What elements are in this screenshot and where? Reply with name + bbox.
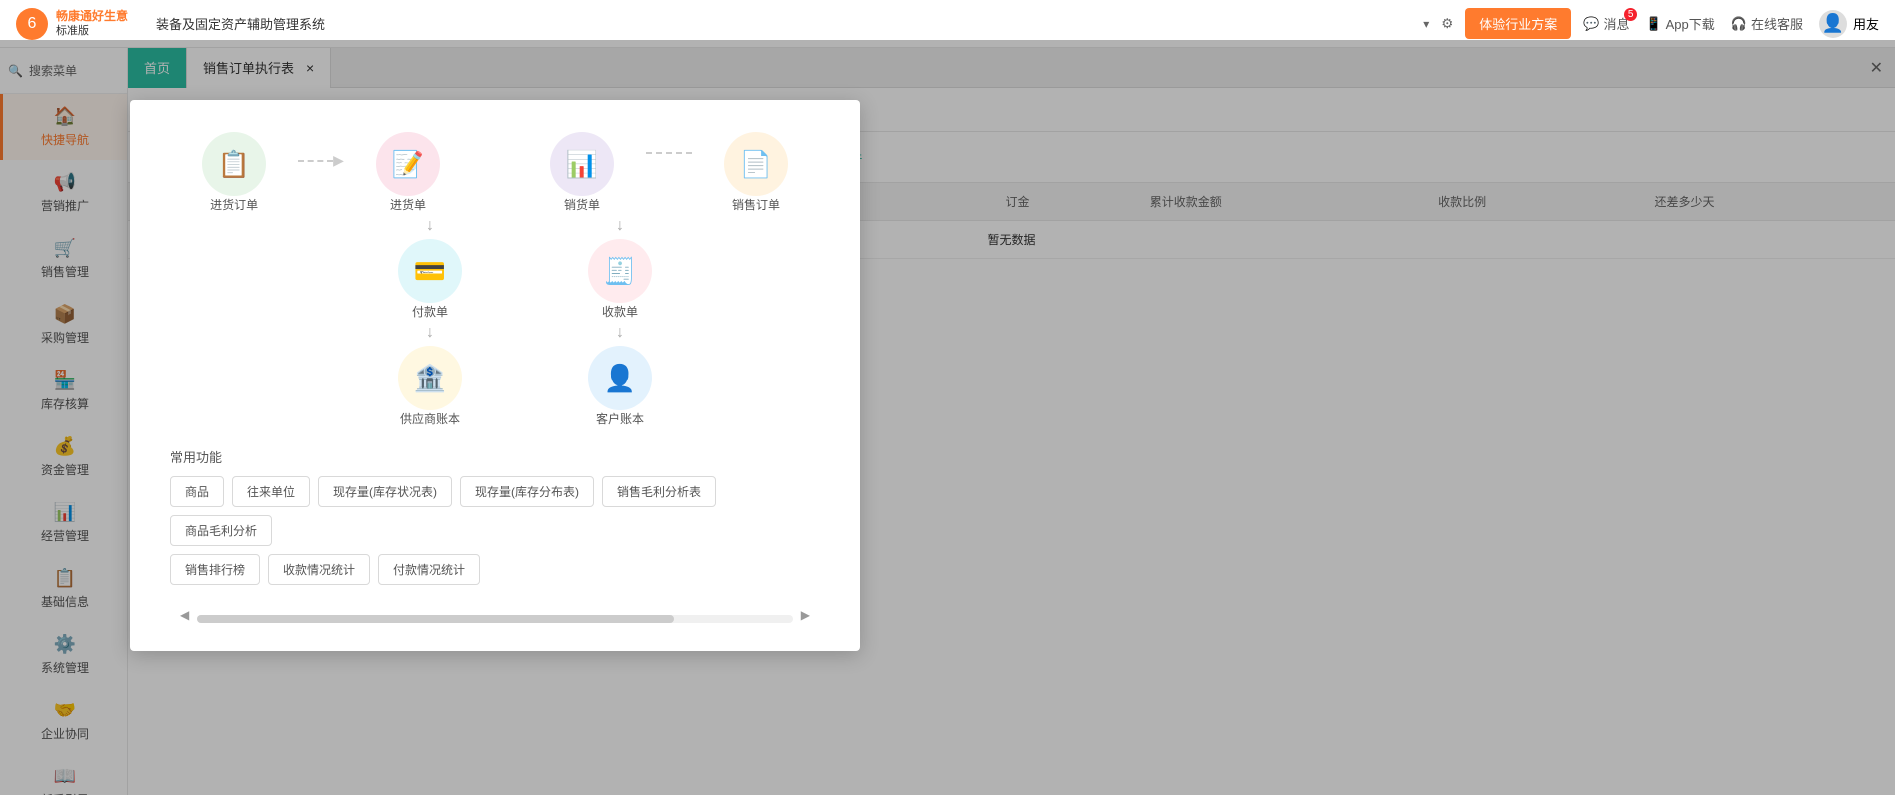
flow-node-receipt[interactable]: 🧾 收款单 [550, 239, 690, 320]
common-functions: 常用功能 商品 往来单位 现存量(库存状况表) 现存量(库存分布表) 销售毛利分… [170, 447, 820, 585]
arrow-sales-down: ↓ [550, 217, 690, 235]
customer-account-icon: 👤 [588, 346, 652, 410]
flow-row-2: 💳 付款单 🧾 收款单 [170, 239, 820, 320]
modal-overlay[interactable]: 📋 进货订单 ▶ [128, 48, 1895, 795]
settings-button[interactable]: ⚙ [1441, 16, 1453, 32]
logo-area: 6 畅康通好生意 标准版 [16, 8, 144, 40]
spacer-mid [472, 132, 518, 152]
message-icon: 💬 [1583, 16, 1599, 32]
flow-node-customer-account[interactable]: 👤 客户账本 [550, 346, 690, 427]
avatar: 👤 [1819, 10, 1847, 38]
func-btn-stock-status[interactable]: 现存量(库存状况表) [318, 476, 452, 507]
func-btn-sales-margin[interactable]: 销售毛利分析表 [602, 476, 716, 507]
service-icon: 🎧 [1731, 16, 1747, 32]
flow-node-sales-order[interactable]: 📄 销售订单 [692, 132, 820, 213]
flow-node-sales-bill[interactable]: 📊 销货单 [518, 132, 646, 213]
flow-arrows-down-row2: ↓ ↓ [170, 324, 820, 342]
scrollbar-track [197, 615, 673, 623]
supplier-account-label: 供应商账本 [400, 410, 460, 427]
sales-bill-label: 销货单 [564, 196, 600, 213]
func-btn-sales-ranking[interactable]: 销售排行榜 [170, 554, 260, 585]
message-button[interactable]: 💬 消息 5 [1583, 14, 1629, 33]
func-buttons-row1: 商品 往来单位 现存量(库存状况表) 现存量(库存分布表) 销售毛利分析表 商品… [170, 476, 820, 546]
flow-node-purchase-bill[interactable]: 📝 进货单 [344, 132, 472, 213]
flow-node-purchase-order[interactable]: 📋 进货订单 [170, 132, 298, 213]
func-btn-receipt-stats[interactable]: 收款情况统计 [268, 554, 370, 585]
flow-row-3: 🏦 供应商账本 👤 客户账本 [170, 346, 820, 427]
flow-row-1: 📋 进货订单 ▶ [170, 132, 820, 213]
arrow-purchase-to-bill: ▶ [298, 132, 344, 169]
purchase-order-label: 进货订单 [210, 196, 258, 213]
arrow-receipt-down: ↓ [550, 324, 690, 342]
flow-modal: 📋 进货订单 ▶ [130, 100, 860, 651]
receipt-icon: 🧾 [588, 239, 652, 303]
user-name: 用友 [1853, 14, 1879, 33]
flow-arrows-down-row: ↓ ↓ [170, 217, 820, 235]
trial-button[interactable]: 体验行业方案 [1465, 8, 1571, 39]
modal-scrollbar[interactable] [197, 615, 793, 623]
online-service-button[interactable]: 🎧 在线客服 [1731, 14, 1803, 33]
purchase-order-icon: 📋 [202, 132, 266, 196]
sales-bill-icon: 📊 [550, 132, 614, 196]
modal-body: 📋 进货订单 ▶ [130, 100, 860, 651]
purchase-bill-icon: 📝 [376, 132, 440, 196]
content-area: 首页 销售订单执行表 × ✕ ❓ 帮助 🖨 按模板打印 [128, 48, 1895, 795]
logo-text: 畅康通好生意 标准版 [56, 9, 128, 39]
logo-icon: 6 [16, 8, 48, 40]
scroll-left-button[interactable]: ◀ [180, 608, 189, 622]
supplier-account-icon: 🏦 [398, 346, 462, 410]
message-badge: 5 [1624, 8, 1638, 21]
func-btn-payment-stats[interactable]: 付款情况统计 [378, 554, 480, 585]
arrow-payment-down: ↓ [360, 324, 500, 342]
func-btn-stock-dist[interactable]: 现存量(库存分布表) [460, 476, 594, 507]
download-icon: 📱 [1645, 16, 1661, 32]
payment-label: 付款单 [412, 303, 448, 320]
receipt-label: 收款单 [602, 303, 638, 320]
scroll-right-button[interactable]: ▶ [801, 608, 810, 622]
flow-node-payment[interactable]: 💳 付款单 [360, 239, 500, 320]
func-btn-product[interactable]: 商品 [170, 476, 224, 507]
system-name: 装备及固定资产辅助管理系统 [156, 14, 1411, 33]
customer-account-label: 客户账本 [596, 410, 644, 427]
app-container: 6 畅康通好生意 标准版 装备及固定资产辅助管理系统 ▾ ⚙ 体验行业方案 💬 … [0, 0, 1895, 795]
payment-icon: 💳 [398, 239, 462, 303]
sales-order-icon: 📄 [724, 132, 788, 196]
func-btn-product-margin[interactable]: 商品毛利分析 [170, 515, 272, 546]
arrow-purchase-down: ↓ [360, 217, 500, 235]
system-dropdown-button[interactable]: ▾ [1423, 17, 1429, 31]
purchase-bill-label: 进货单 [390, 196, 426, 213]
app-download-button[interactable]: 📱 App下载 [1645, 14, 1714, 33]
common-functions-title: 常用功能 [170, 447, 820, 466]
flow-diagram: 📋 进货订单 ▶ [170, 132, 820, 427]
arrow-order-to-sales [646, 132, 692, 154]
top-right-area: 💬 消息 5 📱 App下载 🎧 在线客服 👤 用友 [1583, 10, 1879, 38]
flow-node-supplier-account[interactable]: 🏦 供应商账本 [360, 346, 500, 427]
func-btn-partner[interactable]: 往来单位 [232, 476, 310, 507]
sales-order-label: 销售订单 [732, 196, 780, 213]
user-area[interactable]: 👤 用友 [1819, 10, 1879, 38]
main-area: 🔍 搜索菜单 🏠 快捷导航 📢 营销推广 🛒 销售管理 📦 采购管理 [0, 48, 1895, 795]
modal-scrollbar-container: ◀ ▶ [170, 599, 820, 631]
func-buttons-row2: 销售排行榜 收款情况统计 付款情况统计 [170, 554, 820, 585]
